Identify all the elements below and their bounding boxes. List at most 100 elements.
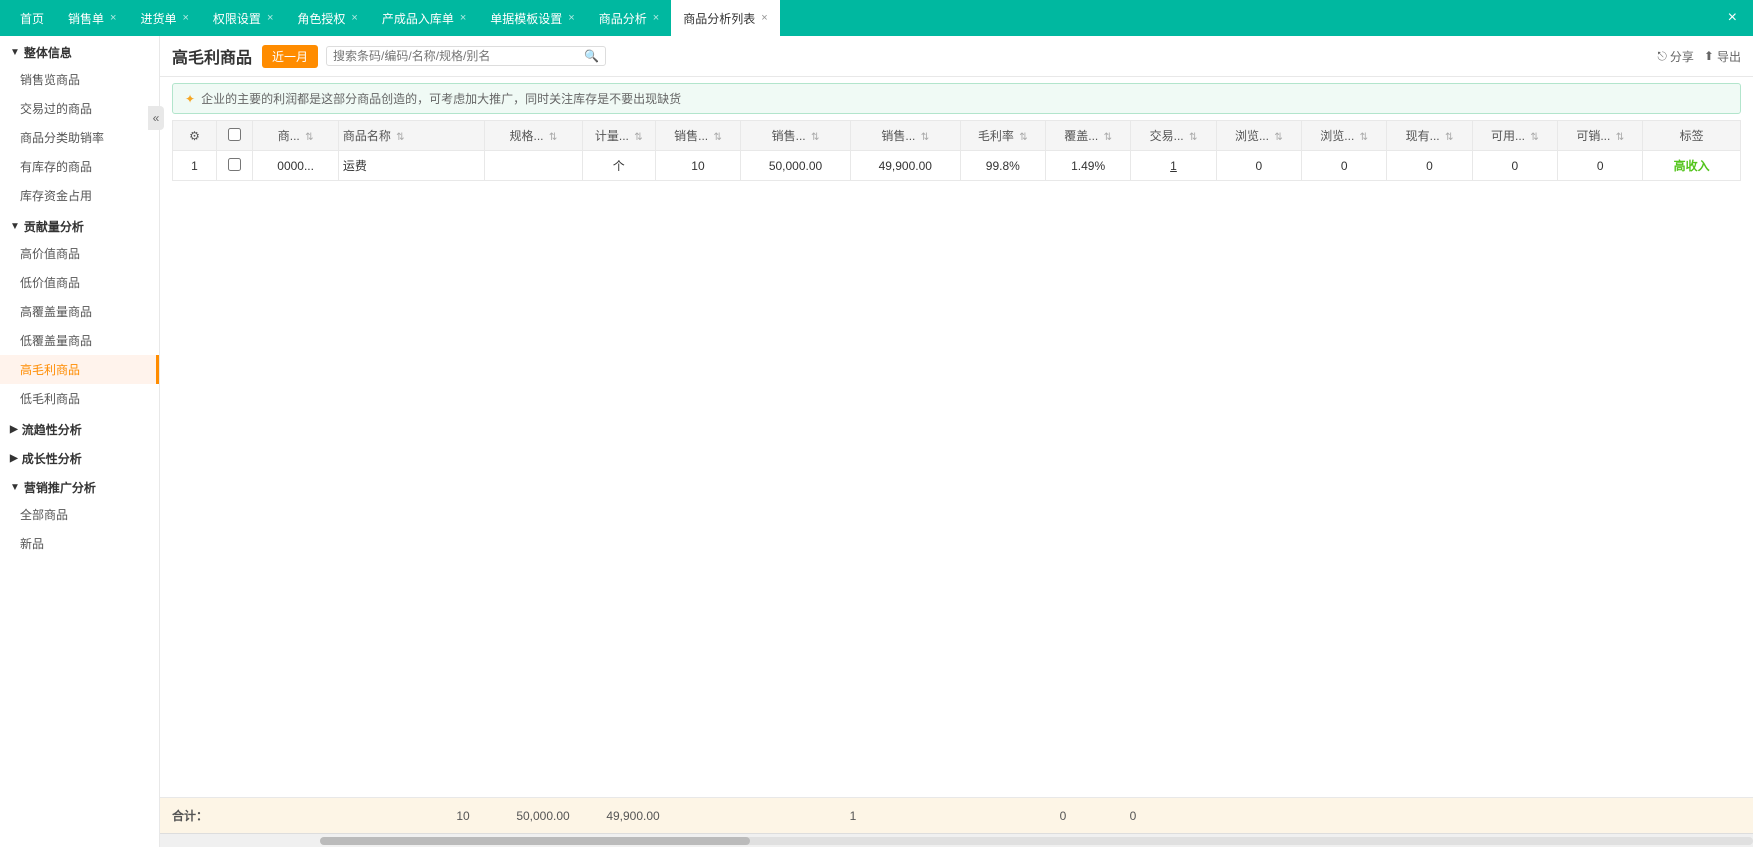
sidebar-item-in-stock[interactable]: 有库存的商品 [0,152,159,181]
header-actions: ⎋ 分享 ⬆ 导出 [1657,48,1741,65]
cell-stock1: 0 [1387,151,1472,181]
sidebar-item-high-value[interactable]: 高价值商品 [0,239,159,268]
search-input[interactable] [333,49,584,63]
nav-product-inbound[interactable]: 产成品入库单 × [370,0,478,36]
th-sales-cost: 销售... ⇅ [850,121,960,151]
content-header: 高毛利商品 近一月 🔍 ⎋ 分享 ⬆ 导出 [160,36,1753,77]
close-all-tabs[interactable]: × [1720,9,1745,27]
search-icon[interactable]: 🔍 [584,49,599,63]
sort-icon-browse2[interactable]: ⇅ [1360,132,1368,143]
sidebar: ▼ 整体信息 销售览商品 交易过的商品 商品分类助销率 有库存的商品 库存资金占… [0,36,160,847]
sidebar-group-growth[interactable]: ▶ 成长性分析 [0,442,159,471]
footer-sales-amt: 50,000.00 [498,809,588,823]
footer-trans: 1 [818,809,888,823]
sidebar-item-high-coverage[interactable]: 高覆盖量商品 [0,297,159,326]
tag-high-income: 高收入 [1674,159,1710,173]
sidebar-collapse-button[interactable]: « [148,106,164,130]
cell-unit: 个 [582,151,655,181]
sort-icon-sales-qty[interactable]: ⇅ [713,132,721,143]
sidebar-item-category-rate[interactable]: 商品分类助销率 [0,123,159,152]
th-stock1: 现有... ⇅ [1387,121,1472,151]
nav-permission-close[interactable]: × [267,12,273,24]
cell-cover: 1.49% [1045,151,1130,181]
sidebar-group-overview[interactable]: ▼ 整体信息 [0,36,159,65]
sort-icon-sales-cost[interactable]: ⇅ [921,132,929,143]
filter-recent-month[interactable]: 近一月 [262,45,318,68]
nav-permission-settings[interactable]: 权限设置 × [201,0,285,36]
nav-template-close[interactable]: × [568,12,574,24]
nav-product-close[interactable]: × [460,12,466,24]
cell-check[interactable] [216,151,253,181]
sidebar-group-contribution[interactable]: ▼ 贡献量分析 [0,210,159,239]
sort-icon-browse1[interactable]: ⇅ [1274,132,1282,143]
horizontal-scrollbar[interactable] [160,833,1753,847]
sidebar-item-stock-capital[interactable]: 库存资金占用 [0,181,159,210]
select-all-checkbox[interactable] [228,128,241,141]
sidebar-item-traded[interactable]: 交易过的商品 [0,94,159,123]
nav-home[interactable]: 首页 [8,0,56,36]
product-table: ⚙ 商... ⇅ 商品名称 ⇅ 规格... ⇅ [172,120,1741,181]
sidebar-group-trend[interactable]: ▶ 流趋性分析 [0,413,159,442]
sort-icon-unit[interactable]: ⇅ [634,132,642,143]
sidebar-group-marketing[interactable]: ▼ 营销推广分析 [0,471,159,500]
th-browse2: 浏览... ⇅ [1302,121,1387,151]
th-settings[interactable]: ⚙ [173,121,217,151]
arrow-down-icon-3: ▼ [10,482,20,493]
nav-product-analysis-list[interactable]: 商品分析列表 × [671,0,779,36]
nav-role-auth[interactable]: 角色授权 × [285,0,369,36]
top-navigation: 首页 销售单 × 进货单 × 权限设置 × 角色授权 × 产成品入库单 × 单据… [0,0,1753,36]
sidebar-item-low-value[interactable]: 低价值商品 [0,268,159,297]
row-checkbox[interactable] [228,158,241,171]
nav-analysis-close[interactable]: × [653,12,659,24]
sort-icon-stock1[interactable]: ⇅ [1445,132,1453,143]
nav-sales-order[interactable]: 销售单 × [56,0,128,36]
sort-icon-name[interactable]: ⇅ [396,132,404,143]
cell-sales-cost: 49,900.00 [850,151,960,181]
nav-purchase-close[interactable]: × [182,12,188,24]
sort-icon-cover[interactable]: ⇅ [1104,132,1112,143]
th-checkbox[interactable] [216,121,253,151]
sidebar-item-low-margin[interactable]: 低毛利商品 [0,384,159,413]
footer-stock1: 0 [1028,809,1098,823]
sidebar-item-high-margin[interactable]: 高毛利商品 [0,355,159,384]
th-unit: 计量... ⇅ [582,121,655,151]
sidebar-item-low-coverage[interactable]: 低覆盖量商品 [0,326,159,355]
cell-browse1: 0 [1216,151,1301,181]
share-button[interactable]: ⎋ 分享 [1657,48,1694,65]
cell-name[interactable]: 运费 [338,151,484,181]
arrow-right-icon: ▶ [10,424,18,435]
arrow-down-icon: ▼ [10,47,20,58]
sidebar-item-all-products[interactable]: 全部商品 [0,500,159,529]
arrow-down-icon-2: ▼ [10,221,20,232]
export-icon: ⬆ [1704,49,1714,63]
table-row: 1 0000... 运费 个 10 50,000.00 49,900.00 99… [173,151,1741,181]
nav-role-close[interactable]: × [351,12,357,24]
table-container[interactable]: ⚙ 商... ⇅ 商品名称 ⇅ 规格... ⇅ [160,120,1753,797]
th-spec: 规格... ⇅ [485,121,583,151]
sort-icon-gross-rate[interactable]: ⇅ [1019,132,1027,143]
sidebar-item-sales-browse[interactable]: 销售览商品 [0,65,159,94]
scrollbar-track[interactable] [320,837,1753,845]
trans-link[interactable]: 1 [1170,159,1177,173]
nav-product-analysis[interactable]: 商品分析 × [587,0,671,36]
cell-sales-qty: 10 [655,151,740,181]
sort-icon-trans[interactable]: ⇅ [1189,132,1197,143]
sort-icon-spec[interactable]: ⇅ [549,132,557,143]
th-code: 商... ⇅ [253,121,338,151]
info-banner: ✦ 企业的主要的利润都是这部分商品创造的，可考虑加大推广，同时关注库存是不要出现… [172,83,1741,114]
nav-template-settings[interactable]: 单据模板设置 × [478,0,586,36]
scrollbar-thumb[interactable] [320,837,750,845]
cell-num: 1 [173,151,217,181]
sort-icon-stock3[interactable]: ⇅ [1616,132,1624,143]
nav-analysis-list-close[interactable]: × [761,12,767,24]
th-name: 商品名称 ⇅ [338,121,484,151]
export-button[interactable]: ⬆ 导出 [1704,48,1741,65]
sidebar-item-new-products[interactable]: 新品 [0,529,159,558]
nav-sales-order-close[interactable]: × [110,12,116,24]
sort-icon-sales-amt[interactable]: ⇅ [811,132,819,143]
cell-trans[interactable]: 1 [1131,151,1216,181]
nav-purchase-order[interactable]: 进货单 × [128,0,200,36]
cell-code: 0000... [253,151,338,181]
sort-icon-stock2[interactable]: ⇅ [1530,132,1538,143]
sort-icon-code[interactable]: ⇅ [305,132,313,143]
